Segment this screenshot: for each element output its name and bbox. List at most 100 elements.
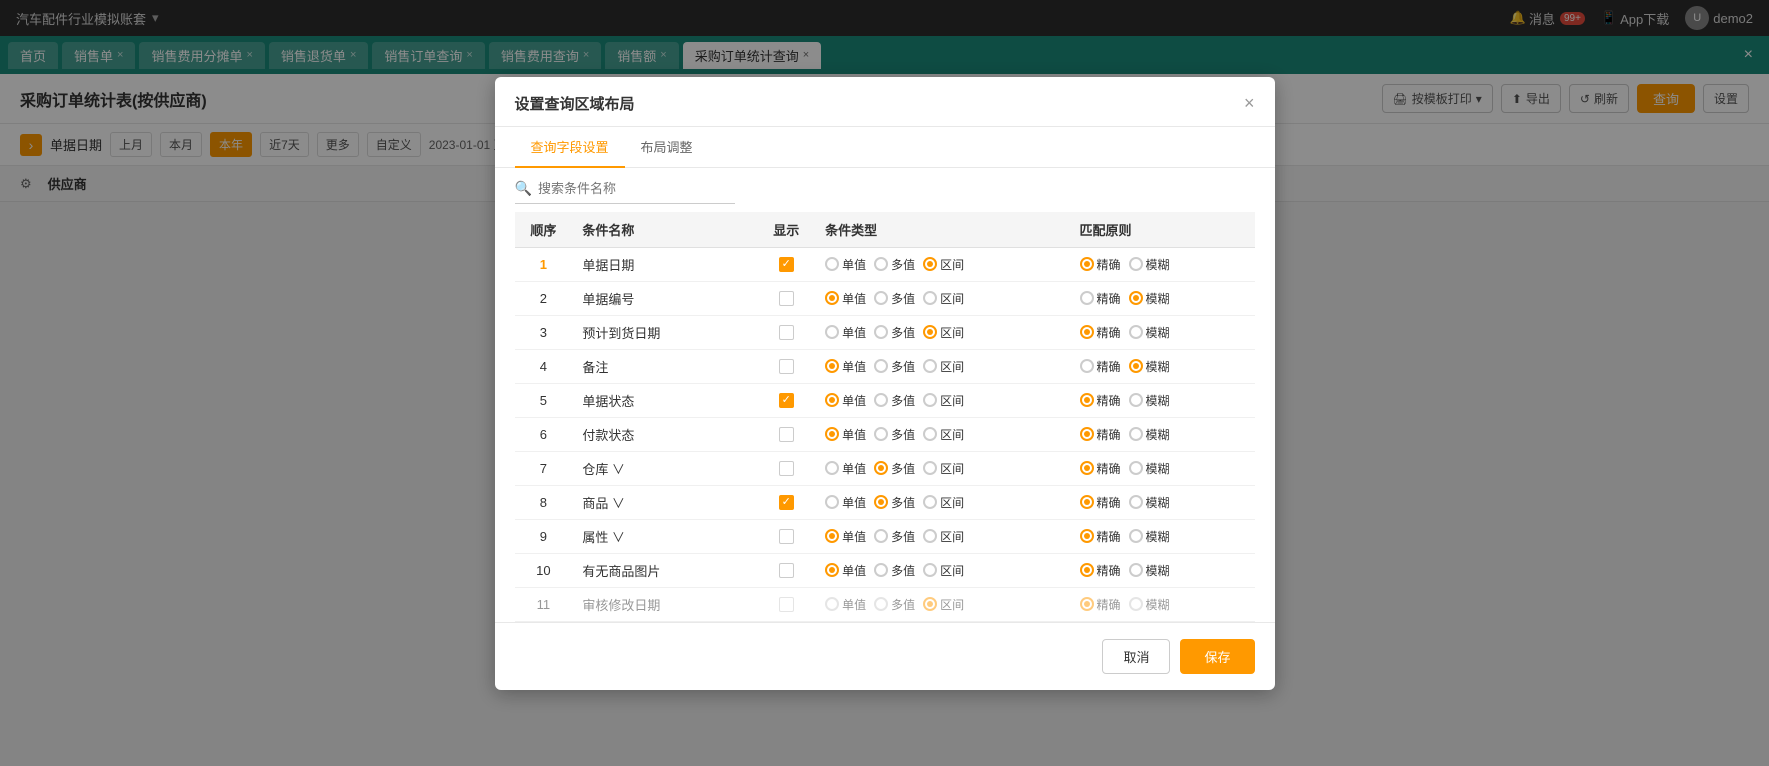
radio-circle xyxy=(825,291,839,305)
radio-match-精确[interactable]: 精确 xyxy=(1080,290,1121,307)
radio-type-单值[interactable]: 单值 xyxy=(825,426,866,443)
cell-display[interactable] xyxy=(757,485,815,519)
radio-circle xyxy=(825,325,839,339)
radio-type-多值[interactable]: 多值 xyxy=(874,290,915,307)
dialog-tab-layout[interactable]: 布局调整 xyxy=(625,127,709,168)
radio-match-精确[interactable]: 精确 xyxy=(1080,494,1121,511)
cell-display[interactable] xyxy=(757,247,815,281)
radio-circle xyxy=(923,427,937,441)
radio-match-模糊[interactable]: 模糊 xyxy=(1129,528,1170,545)
radio-type-单值[interactable]: 单值 xyxy=(825,460,866,477)
cell-match: 精确模糊 xyxy=(1070,315,1255,349)
radio-type-区间[interactable]: 区间 xyxy=(923,494,964,511)
radio-type-单值[interactable]: 单值 xyxy=(825,358,866,375)
radio-type-区间[interactable]: 区间 xyxy=(923,528,964,545)
radio-type-区间[interactable]: 区间 xyxy=(923,562,964,579)
radio-match-模糊[interactable]: 模糊 xyxy=(1129,562,1170,579)
radio-type-区间[interactable]: 区间 xyxy=(923,392,964,409)
cancel-button[interactable]: 取消 xyxy=(1102,639,1170,674)
cell-display[interactable] xyxy=(757,383,815,417)
radio-type-多值[interactable]: 多值 xyxy=(874,494,915,511)
radio-type-单值[interactable]: 单值 xyxy=(825,562,866,579)
cell-order: 5 xyxy=(515,383,573,417)
display-checkbox[interactable] xyxy=(779,495,794,510)
radio-circle xyxy=(874,563,888,577)
radio-circle xyxy=(825,427,839,441)
radio-match-模糊[interactable]: 模糊 xyxy=(1129,290,1170,307)
radio-type-多值[interactable]: 多值 xyxy=(874,392,915,409)
cell-display[interactable] xyxy=(757,451,815,485)
cell-display[interactable] xyxy=(757,417,815,451)
radio-match-模糊[interactable]: 模糊 xyxy=(1129,324,1170,341)
cell-match: 精确模糊 xyxy=(1070,553,1255,587)
display-checkbox[interactable] xyxy=(779,291,794,306)
dialog-tab-query-fields[interactable]: 查询字段设置 xyxy=(515,127,625,168)
radio-match-精确[interactable]: 精确 xyxy=(1080,256,1121,273)
display-checkbox[interactable] xyxy=(779,359,794,374)
cell-display[interactable] xyxy=(757,349,815,383)
radio-type-区间[interactable]: 区间 xyxy=(923,324,964,341)
radio-type-单值[interactable]: 单值 xyxy=(825,290,866,307)
radio-match-模糊[interactable]: 模糊 xyxy=(1129,596,1170,613)
display-checkbox[interactable] xyxy=(779,529,794,544)
radio-type-单值[interactable]: 单值 xyxy=(825,528,866,545)
cell-name: 单据状态 xyxy=(572,383,757,417)
radio-type-区间[interactable]: 区间 xyxy=(923,426,964,443)
cell-order: 4 xyxy=(515,349,573,383)
display-checkbox[interactable] xyxy=(779,461,794,476)
radio-match-精确[interactable]: 精确 xyxy=(1080,460,1121,477)
radio-type-单值[interactable]: 单值 xyxy=(825,324,866,341)
display-checkbox[interactable] xyxy=(779,257,794,272)
radio-match-模糊[interactable]: 模糊 xyxy=(1129,426,1170,443)
cell-display[interactable] xyxy=(757,315,815,349)
radio-match-模糊[interactable]: 模糊 xyxy=(1129,494,1170,511)
radio-type-区间[interactable]: 区间 xyxy=(923,290,964,307)
radio-type-单值[interactable]: 单值 xyxy=(825,596,866,613)
radio-type-多值[interactable]: 多值 xyxy=(874,596,915,613)
radio-type-单值[interactable]: 单值 xyxy=(825,392,866,409)
radio-match-模糊[interactable]: 模糊 xyxy=(1129,392,1170,409)
radio-type-多值[interactable]: 多值 xyxy=(874,528,915,545)
cell-name: 审核修改日期 xyxy=(572,587,757,621)
display-checkbox[interactable] xyxy=(779,563,794,578)
cell-type: 单值多值区间 xyxy=(815,587,1069,621)
dialog-close-button[interactable]: × xyxy=(1244,94,1255,112)
radio-type-单值[interactable]: 单值 xyxy=(825,256,866,273)
radio-circle xyxy=(825,563,839,577)
radio-match-精确[interactable]: 精确 xyxy=(1080,358,1121,375)
radio-match-模糊[interactable]: 模糊 xyxy=(1129,460,1170,477)
display-checkbox[interactable] xyxy=(779,427,794,442)
radio-type-多值[interactable]: 多值 xyxy=(874,358,915,375)
radio-match-精确[interactable]: 精确 xyxy=(1080,596,1121,613)
cell-display[interactable] xyxy=(757,519,815,553)
radio-type-多值[interactable]: 多值 xyxy=(874,324,915,341)
radio-match-精确[interactable]: 精确 xyxy=(1080,562,1121,579)
radio-match-模糊[interactable]: 模糊 xyxy=(1129,358,1170,375)
display-checkbox[interactable] xyxy=(779,597,794,612)
radio-circle xyxy=(1080,257,1094,271)
display-checkbox[interactable] xyxy=(779,393,794,408)
radio-match-精确[interactable]: 精确 xyxy=(1080,324,1121,341)
radio-match-精确[interactable]: 精确 xyxy=(1080,528,1121,545)
display-checkbox[interactable] xyxy=(779,325,794,340)
radio-type-多值[interactable]: 多值 xyxy=(874,426,915,443)
radio-type-区间[interactable]: 区间 xyxy=(923,256,964,273)
radio-circle xyxy=(825,461,839,475)
radio-type-多值[interactable]: 多值 xyxy=(874,460,915,477)
table-row: 10有无商品图片单值多值区间精确模糊 xyxy=(515,553,1255,587)
radio-type-区间[interactable]: 区间 xyxy=(923,596,964,613)
radio-match-精确[interactable]: 精确 xyxy=(1080,392,1121,409)
table-row: 5单据状态 单值多值区间 精确模糊 xyxy=(515,383,1255,417)
cell-display[interactable] xyxy=(757,587,815,621)
radio-type-区间[interactable]: 区间 xyxy=(923,460,964,477)
search-input[interactable] xyxy=(538,181,718,196)
radio-match-精确[interactable]: 精确 xyxy=(1080,426,1121,443)
save-button[interactable]: 保存 xyxy=(1180,639,1254,674)
cell-display[interactable] xyxy=(757,553,815,587)
radio-type-单值[interactable]: 单值 xyxy=(825,494,866,511)
cell-display[interactable] xyxy=(757,281,815,315)
radio-type-多值[interactable]: 多值 xyxy=(874,562,915,579)
radio-type-多值[interactable]: 多值 xyxy=(874,256,915,273)
radio-match-模糊[interactable]: 模糊 xyxy=(1129,256,1170,273)
radio-type-区间[interactable]: 区间 xyxy=(923,358,964,375)
